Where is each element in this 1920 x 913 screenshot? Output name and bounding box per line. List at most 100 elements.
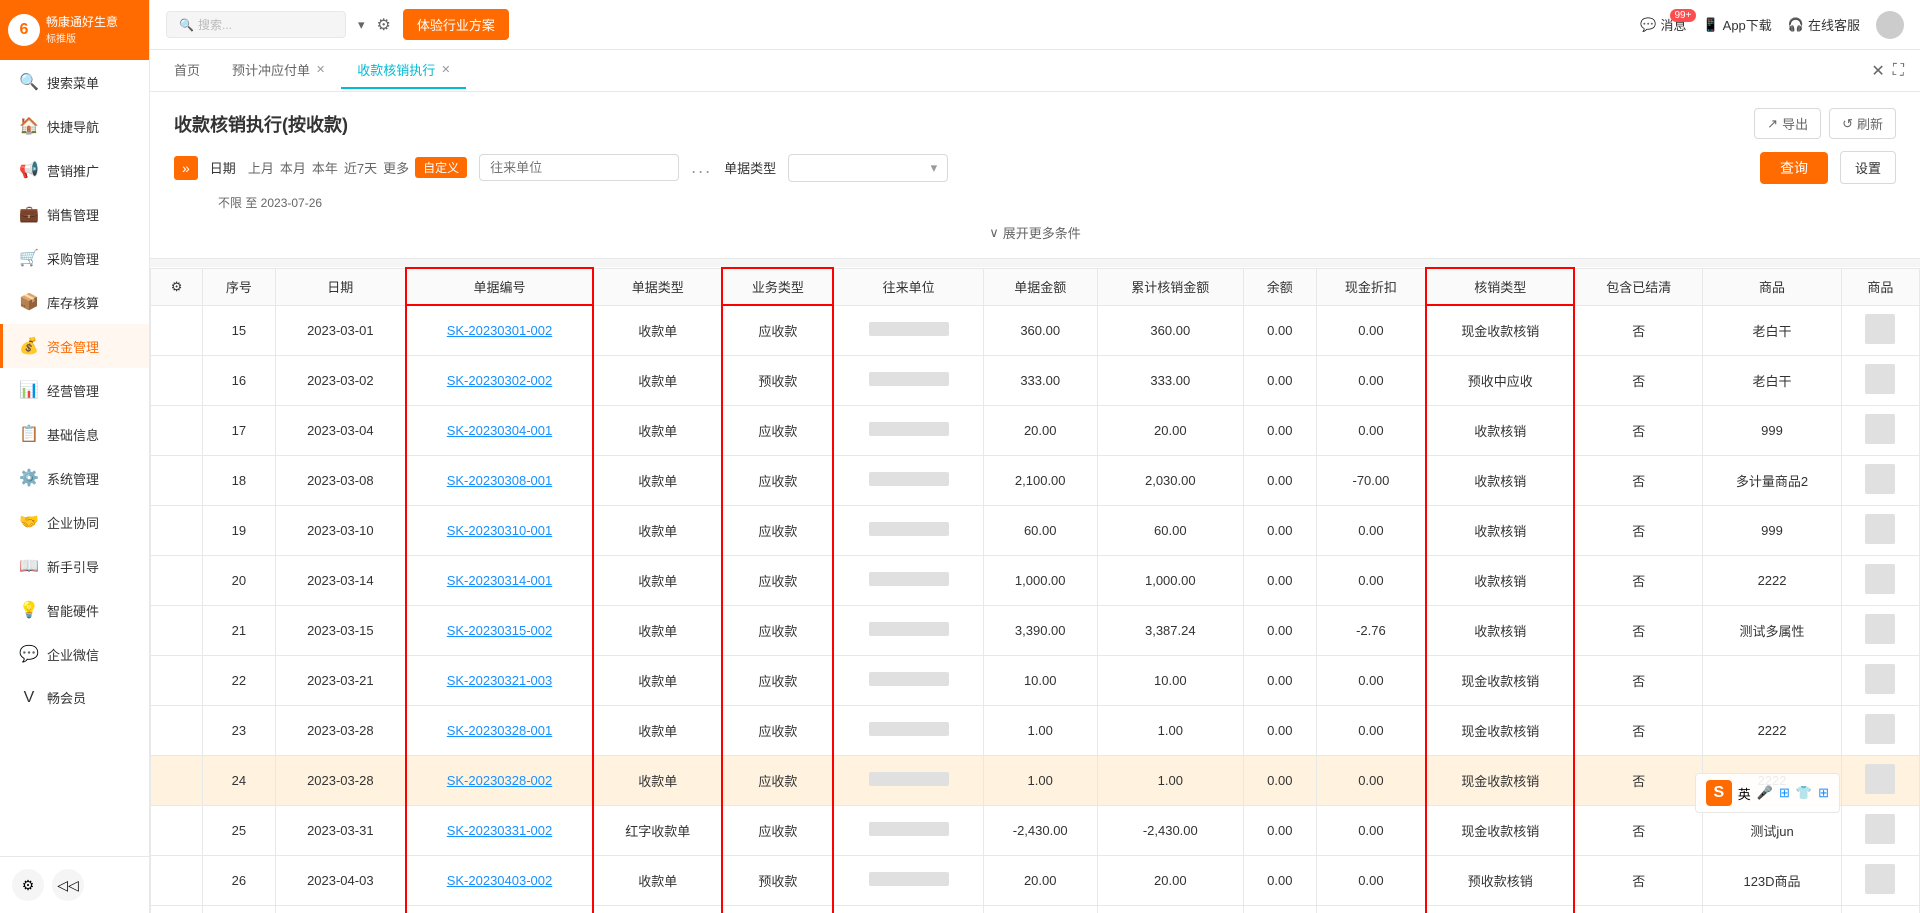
table-cell: SK-20230408-001	[406, 905, 593, 913]
table-cell: 收款单	[593, 905, 722, 913]
table-cell[interactable]	[151, 405, 203, 455]
tab-receipt-close[interactable]: ✕	[441, 63, 450, 76]
maximize-tab-btn[interactable]: ⛶	[1893, 62, 1904, 80]
doc-no-col-header: 单据编号	[406, 268, 593, 305]
table-cell: 应收款	[722, 905, 833, 913]
sidebar-item-nav[interactable]: 🏠 快捷导航	[0, 104, 149, 148]
tab-home[interactable]: 首页	[158, 52, 216, 89]
doc-no-link[interactable]: SK-20230302-002	[447, 373, 553, 388]
online-service-btn[interactable]: 🎧 在线客服	[1788, 15, 1860, 34]
table-cell: 否	[1574, 505, 1703, 555]
sidebar-item-label: 资金管理	[47, 337, 99, 356]
close-tab-btn[interactable]: ✕	[1871, 61, 1884, 81]
sidebar-item-guide[interactable]: 📖 新手引导	[0, 544, 149, 588]
finance-icon: 💰	[19, 336, 39, 356]
gear-icon[interactable]: ⚙	[377, 15, 391, 35]
solution-button[interactable]: 体验行业方案	[403, 9, 509, 40]
table-cell: 预收款	[722, 355, 833, 405]
table-cell[interactable]	[151, 555, 203, 605]
sidebar-item-inventory[interactable]: 📦 库存核算	[0, 280, 149, 324]
sidebar-item-sales[interactable]: 💼 销售管理	[0, 192, 149, 236]
table-cell: 老白干	[1703, 305, 1841, 355]
table-cell: 0.00	[1244, 855, 1317, 905]
query-button[interactable]: 查询	[1760, 152, 1828, 184]
settings-bottom-btn[interactable]: ⚙	[12, 869, 44, 901]
table-cell[interactable]	[151, 705, 203, 755]
topbar-search-box[interactable]: 🔍 搜索...	[166, 11, 346, 38]
table-cell: 现金收款核销	[1426, 905, 1574, 913]
expand-more-btn[interactable]: ∨ 展开更多条件	[174, 219, 1896, 246]
doc-no-link[interactable]: SK-20230310-001	[447, 523, 553, 538]
table-cell: 0.00	[1316, 555, 1426, 605]
tab-payable[interactable]: 预计冲应付单 ✕	[216, 52, 341, 89]
table-cell: 否	[1574, 555, 1703, 605]
sidebar-item-purchase[interactable]: 🛒 采购管理	[0, 236, 149, 280]
message-btn[interactable]: 💬 消息 99+	[1640, 15, 1686, 34]
page-actions: ↗ 导出 ↺ 刷新	[1754, 108, 1896, 139]
custom-date-btn[interactable]: 自定义	[415, 157, 467, 178]
doc-no-link[interactable]: SK-20230301-002	[447, 323, 553, 338]
sidebar-item-operations[interactable]: 📊 经营管理	[0, 368, 149, 412]
doc-no-link[interactable]: SK-20230331-002	[447, 823, 553, 838]
doc-no-link[interactable]: SK-20230314-001	[447, 573, 553, 588]
sidebar-item-marketing[interactable]: 📢 营销推广	[0, 148, 149, 192]
include-settled-col-header: 包含已结清	[1574, 268, 1703, 305]
doc-type-select[interactable]: ▾	[788, 154, 948, 182]
sidebar-item-search[interactable]: 🔍 搜索菜单	[0, 60, 149, 104]
user-avatar[interactable]	[1876, 11, 1904, 39]
doc-no-link[interactable]: SK-20230304-001	[447, 423, 553, 438]
doc-no-link[interactable]: SK-20230328-002	[447, 773, 553, 788]
table-cell: -2,430.00	[983, 805, 1097, 855]
more-date-btn[interactable]: 更多	[383, 158, 409, 177]
biz-type-col-header: 业务类型	[722, 268, 833, 305]
this-month-btn[interactable]: 本月	[280, 158, 306, 177]
sidebar-item-system[interactable]: ⚙️ 系统管理	[0, 456, 149, 500]
table-row: 232023-03-28SK-20230328-001收款单应收款1.001.0…	[151, 705, 1920, 755]
table-cell: 24	[203, 755, 276, 805]
table-cell[interactable]	[151, 655, 203, 705]
sidebar-item-collab[interactable]: 🤝 企业协同	[0, 500, 149, 544]
collapse-btn[interactable]: ◁◁	[52, 869, 84, 901]
settings-col-header[interactable]: ⚙	[151, 268, 203, 305]
sidebar-item-info[interactable]: 📋 基础信息	[0, 412, 149, 456]
doc-no-link[interactable]: SK-20230308-001	[447, 473, 553, 488]
refresh-button[interactable]: ↺ 刷新	[1829, 108, 1896, 139]
sidebar-item-hardware[interactable]: 💡 智能硬件	[0, 588, 149, 632]
doc-no-link[interactable]: SK-20230321-003	[447, 673, 553, 688]
doc-type-label: 单据类型	[724, 158, 776, 177]
export-button[interactable]: ↗ 导出	[1754, 108, 1821, 139]
table-cell[interactable]	[151, 355, 203, 405]
table-cell[interactable]	[151, 605, 203, 655]
table-cell: SK-20230308-001	[406, 455, 593, 505]
topbar-dropdown[interactable]: ▾	[358, 17, 365, 33]
partner-input[interactable]	[479, 154, 679, 181]
watermark-s-icon: S	[1706, 780, 1732, 806]
nav-icon: 🏠	[19, 116, 39, 136]
collapse-filter-btn[interactable]: »	[174, 156, 198, 180]
table-cell	[833, 455, 983, 505]
table-cell[interactable]	[151, 805, 203, 855]
sidebar-item-finance[interactable]: 💰 资金管理	[0, 324, 149, 368]
last-7-days-btn[interactable]: 近7天	[344, 158, 377, 177]
tab-payable-close[interactable]: ✕	[316, 63, 325, 76]
app-download-btn[interactable]: 📱 App下载	[1702, 15, 1771, 34]
table-cell: 收款核销	[1426, 505, 1574, 555]
goods-col-header: 商品	[1703, 268, 1841, 305]
doc-no-link[interactable]: SK-20230403-002	[447, 873, 553, 888]
setting-button[interactable]: 设置	[1840, 151, 1896, 184]
table-cell[interactable]	[151, 505, 203, 555]
doc-no-link[interactable]: SK-20230315-002	[447, 623, 553, 638]
tab-receipt[interactable]: 收款核销执行 ✕	[341, 52, 466, 89]
table-cell[interactable]	[151, 455, 203, 505]
sidebar-item-member[interactable]: V 畅会员	[0, 676, 149, 719]
table-cell[interactable]	[151, 755, 203, 805]
table-cell[interactable]	[151, 905, 203, 913]
tab-actions: ✕ ⛶	[1863, 61, 1912, 81]
this-year-btn[interactable]: 本年	[312, 158, 338, 177]
table-cell[interactable]	[151, 305, 203, 355]
sidebar-item-wechat[interactable]: 💬 企业微信	[0, 632, 149, 676]
table-cell[interactable]	[151, 855, 203, 905]
last-month-btn[interactable]: 上月	[248, 158, 274, 177]
table-cell: 收款核销	[1426, 555, 1574, 605]
doc-no-link[interactable]: SK-20230328-001	[447, 723, 553, 738]
